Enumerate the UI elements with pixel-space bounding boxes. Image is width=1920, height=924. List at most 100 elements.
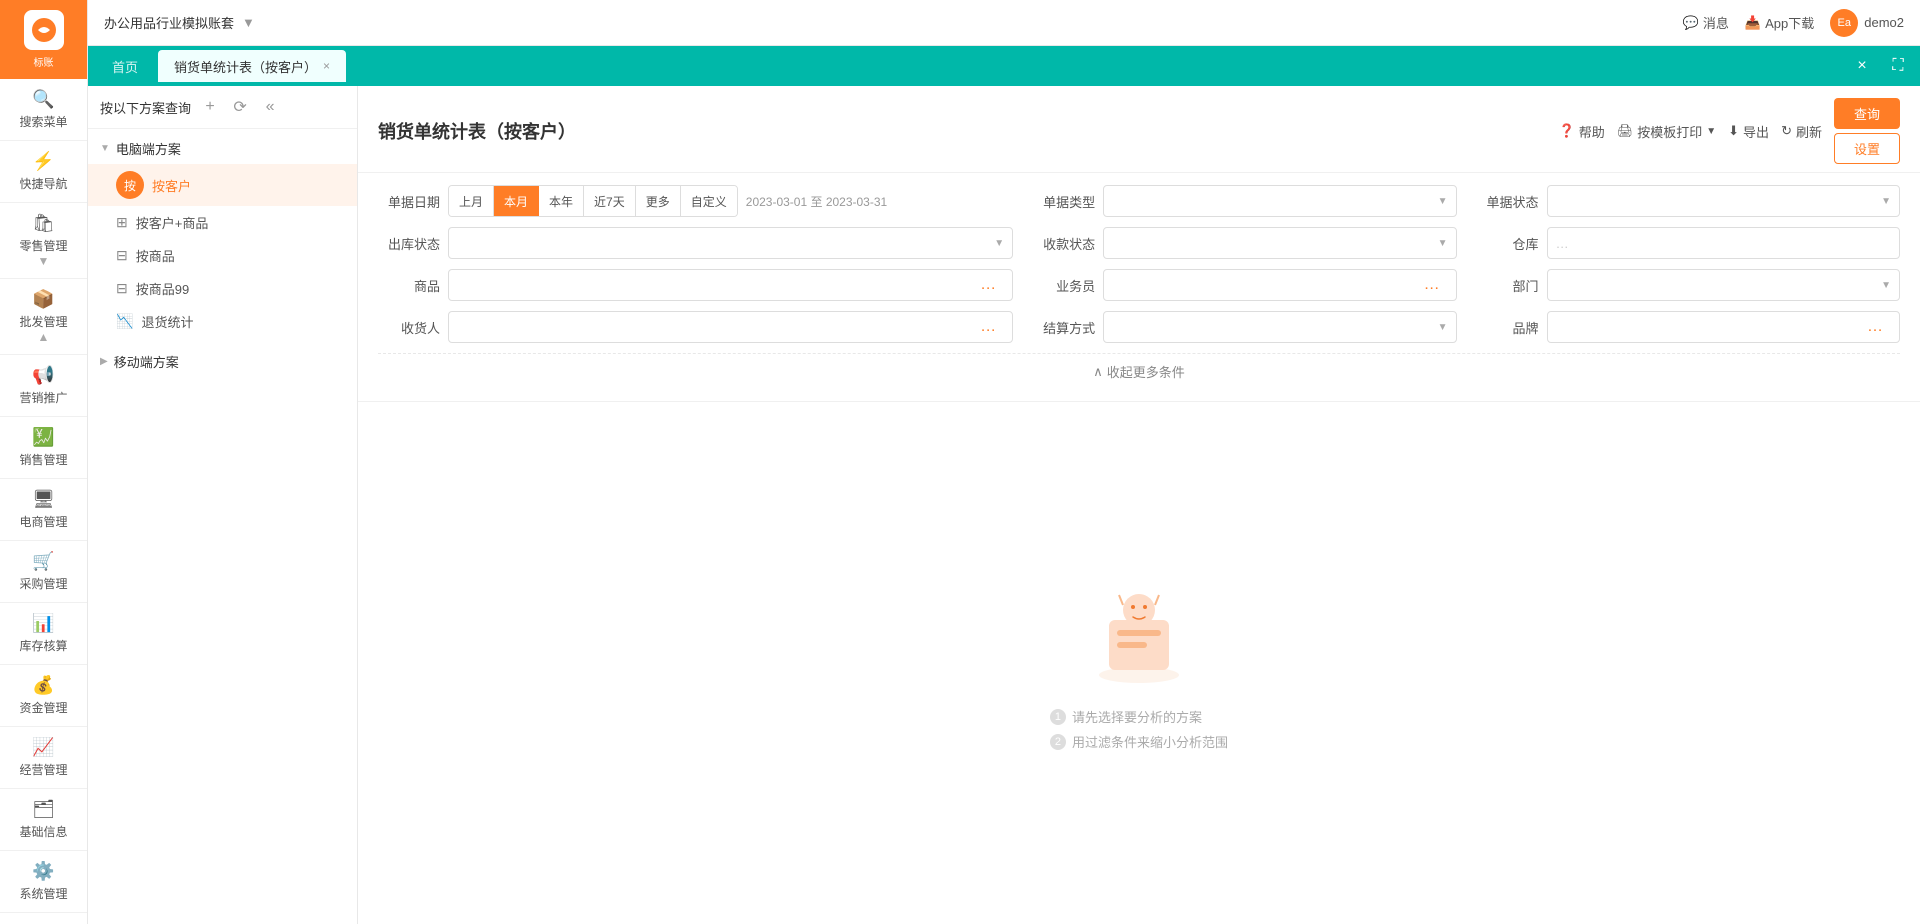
chevron-right-icon: ▶ (100, 356, 108, 367)
sidebar-item-enterprise[interactable]: 🏢 企业协同 (0, 913, 87, 924)
collapse-more-button[interactable]: ∧ 收起更多条件 (378, 353, 1900, 389)
scheme-by-customer-product-label: 按客户+商品 (136, 213, 209, 232)
collapse-panel-button[interactable]: « (259, 96, 281, 118)
department-select[interactable]: ▼ (1547, 269, 1900, 301)
scheme-item-by-product[interactable]: ⊟ 按商品 (88, 239, 357, 272)
date-tab-more[interactable]: 更多 (636, 186, 681, 216)
breadcrumb-text: 办公用品行业模拟账套 (104, 13, 234, 32)
base-icon: 🗂 (32, 799, 55, 820)
date-tab-custom[interactable]: 自定义 (681, 186, 737, 216)
tab-sales-stat-label: 销货单统计表（按客户） (174, 57, 317, 76)
filter-row-3: 商品 … 业务员 … 部门 (378, 269, 1900, 301)
app-download-button[interactable]: 📥 App下载 (1745, 13, 1814, 32)
table-icon-1: ⊟ (116, 247, 128, 264)
scheme-group-mobile-header[interactable]: ▶ 移动端方案 (88, 346, 357, 377)
sidebar-item-nav[interactable]: ⚡ 快捷导航 (0, 141, 87, 203)
tab-sales-stat[interactable]: 销货单统计表（按客户） × (158, 50, 346, 82)
breadcrumb-dropdown-icon[interactable]: ▼ (242, 15, 255, 30)
add-scheme-button[interactable]: + (199, 96, 221, 118)
date-tab-last-month[interactable]: 上月 (449, 186, 494, 216)
sales-icon: 💹 (32, 427, 54, 448)
print-button[interactable]: 🖨 按模板打印 ▼ (1617, 122, 1716, 141)
date-tab-this-month[interactable]: 本月 (494, 186, 539, 216)
scheme-group-pc-header[interactable]: ▼ 电脑端方案 (88, 133, 357, 164)
marketing-icon: 📢 (32, 365, 54, 386)
help-icon: ❓ (1559, 123, 1575, 139)
wholesale-icon: 📦 (32, 289, 54, 310)
tab-home-label: 首页 (112, 57, 138, 76)
empty-tip-2: 2 用过滤条件来缩小分析范围 (1050, 732, 1228, 751)
sidebar-item-retail[interactable]: 🛍 零售管理 ▼ (0, 203, 87, 279)
salesperson-dots-btn[interactable]: … (1416, 276, 1448, 294)
tab-close-button[interactable]: × (323, 60, 330, 72)
settlement-select[interactable]: ▼ (1103, 311, 1456, 343)
date-label: 单据日期 (378, 192, 448, 211)
scheme-group-mobile: ▶ 移动端方案 (88, 342, 357, 381)
warehouse-select[interactable]: … (1547, 227, 1900, 259)
message-button[interactable]: 💬 消息 (1683, 13, 1729, 32)
sidebar-item-finance[interactable]: 💰 资金管理 (0, 665, 87, 727)
pay-status-select[interactable]: ▼ (1103, 227, 1456, 259)
left-panel: 按以下方案查询 + ⟳ « ▼ 电脑端方案 按 按客户 ⊞ 按客户+商品 (88, 86, 358, 924)
finance-icon: 💰 (32, 675, 54, 696)
scheme-group-mobile-label: 移动端方案 (114, 352, 179, 371)
sidebar-item-operation[interactable]: 📈 经营管理 (0, 727, 87, 789)
sidebar-label: 标账 (34, 54, 54, 69)
scheme-active-dot: 按 (116, 171, 144, 199)
product-select[interactable]: … (448, 269, 1013, 301)
settlement-arrow: ▼ (1438, 322, 1448, 333)
tab-home[interactable]: 首页 (96, 50, 154, 82)
sidebar-item-inventory[interactable]: 📊 库存核算 (0, 603, 87, 665)
scheme-group-pc-label: 电脑端方案 (116, 139, 181, 158)
brand-dots-btn[interactable]: … (1859, 318, 1891, 336)
left-panel-header: 按以下方案查询 + ⟳ « (88, 86, 357, 129)
out-status-select[interactable]: ▼ (448, 227, 1013, 259)
scheme-item-by-product-99[interactable]: ⊟ 按商品99 (88, 272, 357, 305)
brand-label: 品牌 (1477, 318, 1547, 337)
salesperson-select[interactable]: … (1103, 269, 1456, 301)
filter-area: 单据日期 上月 本月 本年 近7天 更多 自定义 2023-03-01 至 20… (358, 173, 1920, 402)
pay-status-label: 收款状态 (1033, 234, 1103, 253)
refresh-scheme-button[interactable]: ⟳ (229, 96, 251, 118)
doc-type-select[interactable]: ▼ (1103, 185, 1456, 217)
print-dropdown-icon: ▼ (1706, 126, 1716, 137)
date-tab-this-year[interactable]: 本年 (539, 186, 584, 216)
sidebar-item-sales[interactable]: 💹 销售管理 (0, 417, 87, 479)
sidebar-item-wholesale[interactable]: 📦 批发管理 ▲ (0, 279, 87, 355)
user-menu[interactable]: Ea demo2 (1830, 9, 1904, 37)
filter-row-2: 出库状态 ▼ 收款状态 ▼ 仓库 (378, 227, 1900, 259)
help-button[interactable]: ❓ 帮助 (1559, 122, 1605, 141)
scheme-item-by-customer-product[interactable]: ⊞ 按客户+商品 (88, 206, 357, 239)
brand-select[interactable]: … (1547, 311, 1900, 343)
download-icon: 📥 (1745, 15, 1761, 31)
sidebar-item-ecommerce[interactable]: 🖥 电商管理 (0, 479, 87, 541)
tip-num-1: 1 (1050, 709, 1066, 725)
top-header: 办公用品行业模拟账套 ▼ 💬 消息 📥 App下载 Ea demo2 (88, 0, 1920, 46)
date-tab-last-7[interactable]: 近7天 (584, 186, 636, 216)
doc-status-select[interactable]: ▼ (1547, 185, 1900, 217)
query-button[interactable]: 查询 (1834, 98, 1900, 129)
export-button[interactable]: ⬇ 导出 (1728, 122, 1769, 141)
sidebar-item-purchase[interactable]: 🛒 采购管理 (0, 541, 87, 603)
sidebar-item-marketing[interactable]: 📢 营销推广 (0, 355, 87, 417)
tab-maximize-button[interactable]: ⛶ (1884, 52, 1912, 80)
tab-minimize-button[interactable]: × (1848, 52, 1876, 80)
date-select: 上月 本月 本年 近7天 更多 自定义 2023-03-01 至 2023-03… (448, 185, 1013, 217)
scheme-by-customer-label: 按客户 (152, 176, 191, 195)
setting-button[interactable]: 设置 (1834, 133, 1900, 164)
scheme-item-by-return[interactable]: 📉 退货统计 (88, 305, 357, 338)
filter-cell-receiver: 收货人 … (378, 311, 1033, 343)
refresh-button[interactable]: ↻ 刷新 (1781, 122, 1822, 141)
sidebar-item-base[interactable]: 🗂 基础信息 (0, 789, 87, 851)
product-dots-btn[interactable]: … (972, 276, 1004, 294)
doc-status-arrow: ▼ (1881, 196, 1891, 207)
page-header: 销货单统计表（按客户） ❓ 帮助 🖨 按模板打印 ▼ ⬇ 导出 (358, 86, 1920, 173)
receiver-select[interactable]: … (448, 311, 1013, 343)
filter-cell-out-status: 出库状态 ▼ (378, 227, 1033, 259)
receiver-dots-btn[interactable]: … (972, 318, 1004, 336)
page-actions: ❓ 帮助 🖨 按模板打印 ▼ ⬇ 导出 ↻ 刷新 (1559, 98, 1901, 164)
sidebar-item-system[interactable]: ⚙️ 系统管理 (0, 851, 87, 913)
search-icon: 🔍 (32, 89, 54, 110)
sidebar-item-search[interactable]: 🔍 搜索菜单 (0, 79, 87, 141)
scheme-item-by-customer[interactable]: 按 按客户 (88, 164, 357, 206)
